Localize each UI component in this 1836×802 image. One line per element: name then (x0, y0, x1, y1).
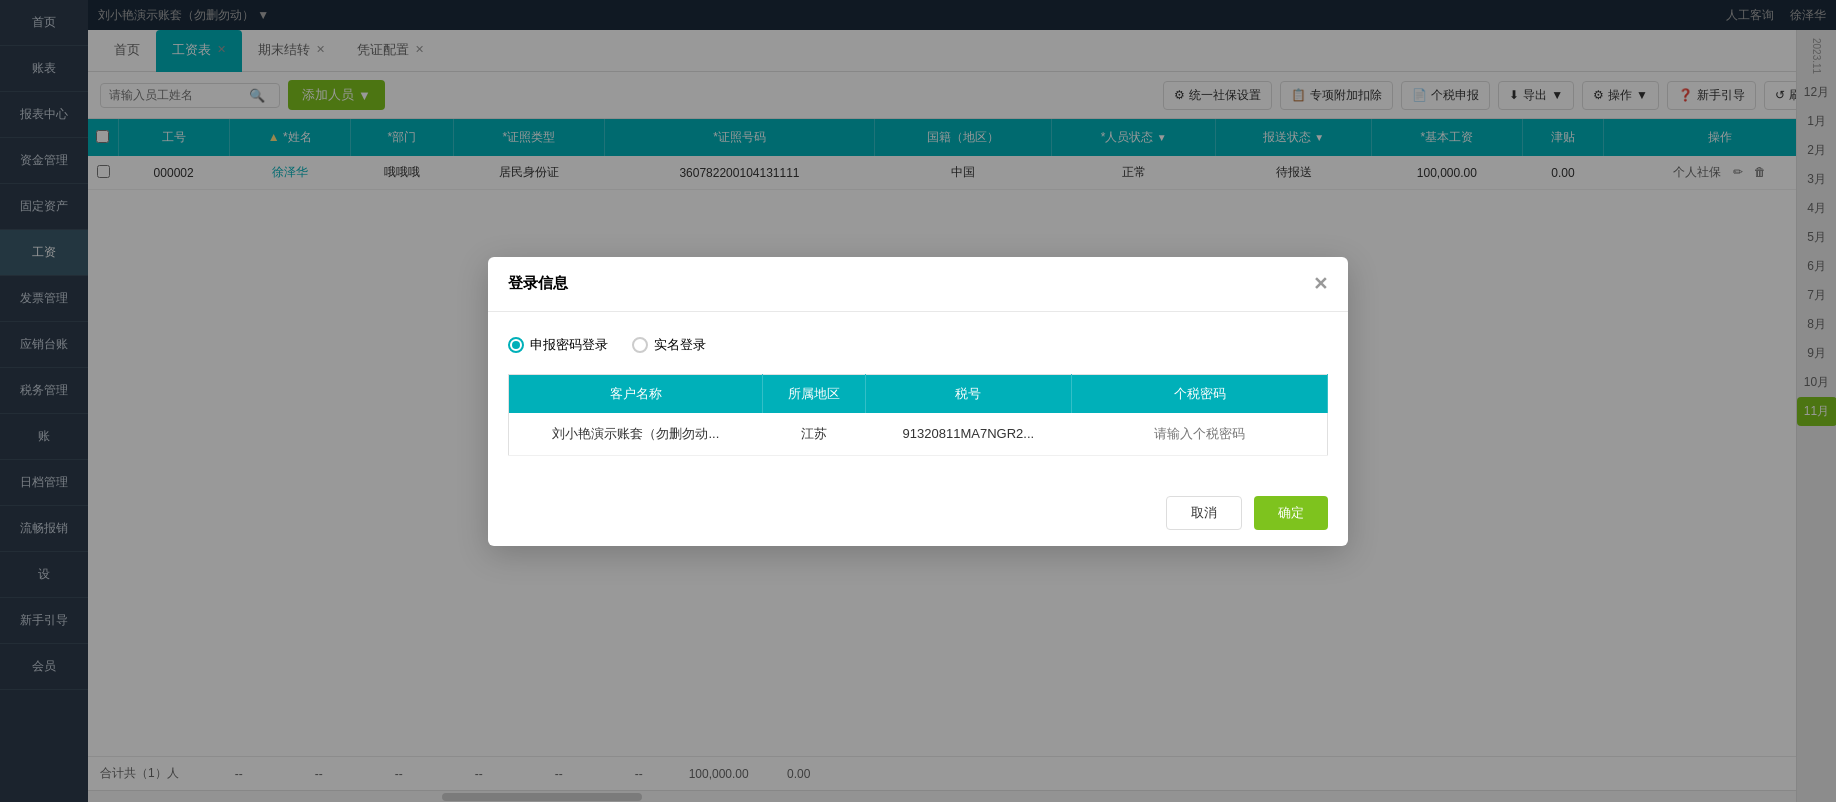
dialog-tax-password-input[interactable] (1084, 426, 1315, 441)
dialog-table-header-region: 所属地区 (763, 374, 865, 413)
dialog-title: 登录信息 (508, 274, 568, 293)
radio-realname-circle (632, 337, 648, 353)
login-dialog: 登录信息 ✕ 申报密码登录 实名登录 客户名称 所属 (488, 257, 1348, 546)
radio-password-login[interactable]: 申报密码登录 (508, 336, 608, 354)
customer-table: 客户名称 所属地区 税号 个税密码 刘小艳演示账套（勿删勿动... 江苏 913… (508, 374, 1328, 456)
dialog-header: 登录信息 ✕ (488, 257, 1348, 312)
dialog-overlay: 登录信息 ✕ 申报密码登录 实名登录 客户名称 所属 (0, 0, 1836, 802)
dialog-customer-name: 刘小艳演示账套（勿删勿动... (509, 413, 763, 456)
dialog-body: 申报密码登录 实名登录 客户名称 所属地区 税号 个税密码 (488, 312, 1348, 480)
dialog-table-row: 刘小艳演示账套（勿删勿动... 江苏 91320811MA7NGR2... (509, 413, 1328, 456)
dialog-region: 江苏 (763, 413, 865, 456)
dialog-tax-password-cell[interactable] (1072, 413, 1328, 456)
dialog-table-header-password: 个税密码 (1072, 374, 1328, 413)
dialog-close-button[interactable]: ✕ (1313, 273, 1328, 295)
dialog-tax-id: 91320811MA7NGR2... (865, 413, 1072, 456)
cancel-button[interactable]: 取消 (1166, 496, 1242, 530)
dialog-table-header-name: 客户名称 (509, 374, 763, 413)
dialog-footer: 取消 确定 (488, 480, 1348, 546)
radio-realname-login[interactable]: 实名登录 (632, 336, 706, 354)
radio-password-circle (508, 337, 524, 353)
dialog-table-header-taxid: 税号 (865, 374, 1072, 413)
login-type-radio-group: 申报密码登录 实名登录 (508, 336, 1328, 354)
confirm-button[interactable]: 确定 (1254, 496, 1328, 530)
